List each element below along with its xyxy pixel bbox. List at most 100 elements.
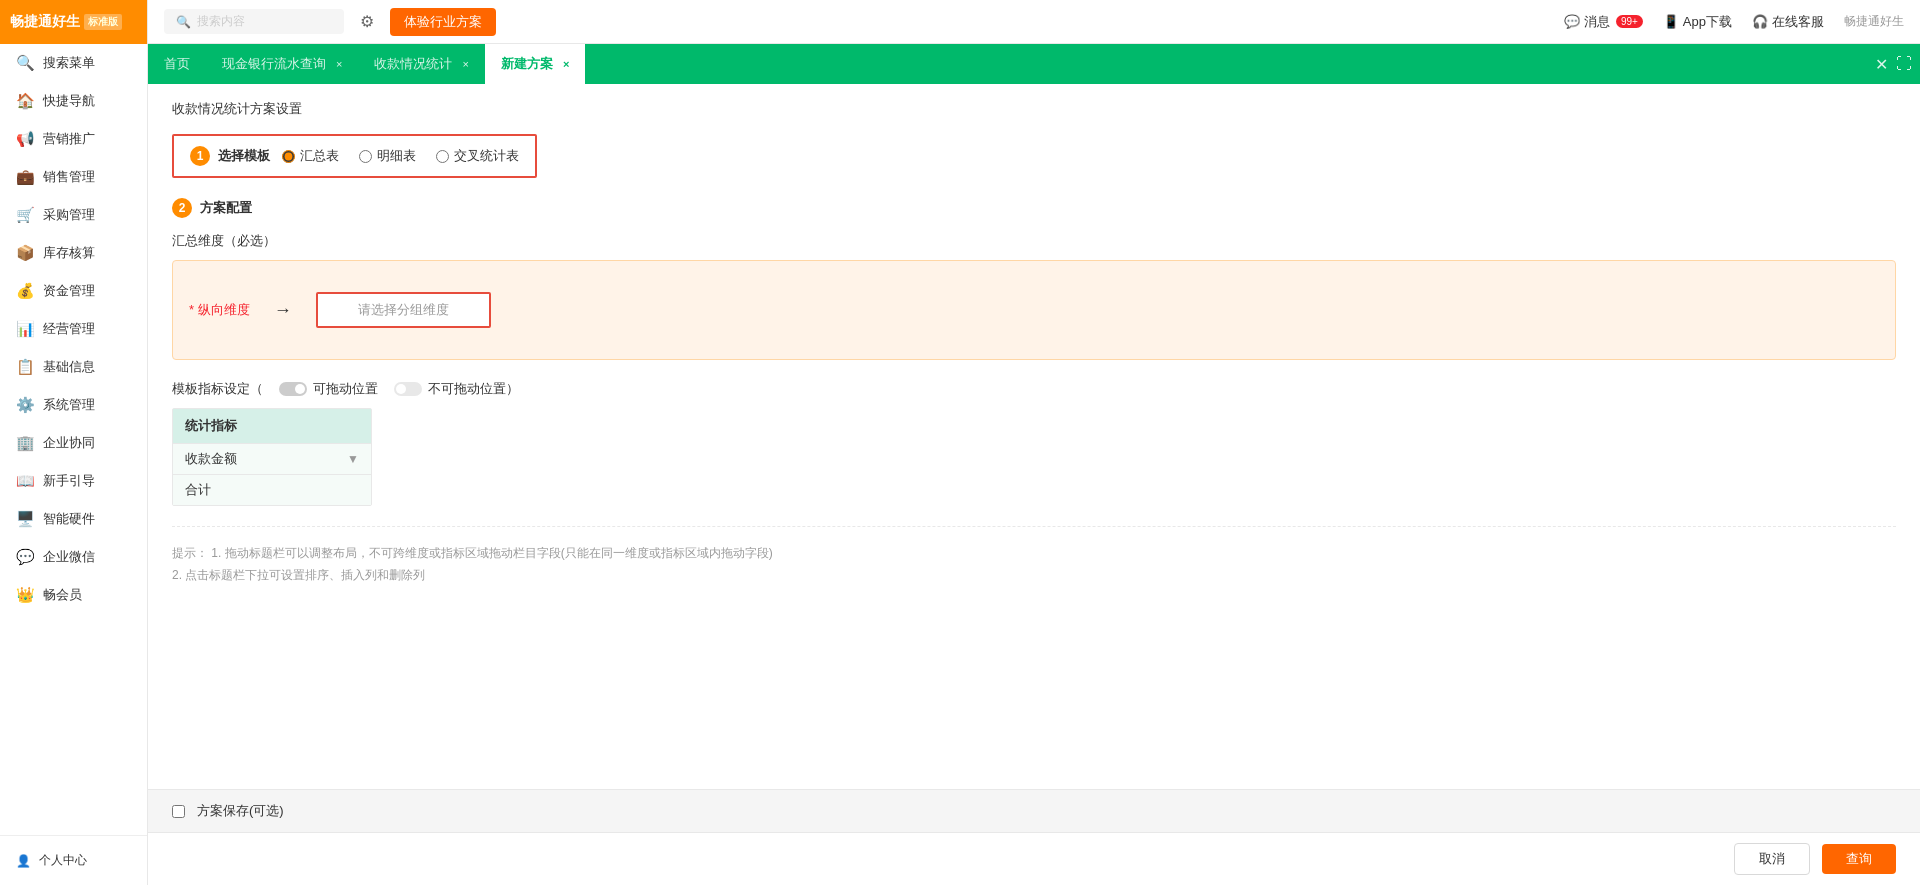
- tips-section: 提示： 1. 拖动标题栏可以调整布局，不可跨维度或指标区域拖动栏目字段(只能在同…: [172, 526, 1896, 586]
- sidebar-item-资金管理[interactable]: 💰资金管理: [0, 272, 147, 310]
- sidebar-item-label: 搜索菜单: [43, 54, 95, 72]
- sidebar-item-销售管理[interactable]: 💼销售管理: [0, 158, 147, 196]
- breadcrumb: 收款情况统计方案设置: [172, 100, 1896, 118]
- tab-新建方案[interactable]: 新建方案×: [485, 44, 585, 84]
- radio-summary-input[interactable]: [282, 150, 295, 163]
- sidebar-item-企业协同[interactable]: 🏢企业协同: [0, 424, 147, 462]
- stats-table: 统计指标 收款金额 ▼ 合计: [172, 408, 372, 506]
- sidebar-item-畅会员[interactable]: 👑畅会员: [0, 576, 147, 614]
- action-bar: 取消 查询: [148, 832, 1920, 885]
- tab-label: 首页: [164, 55, 190, 73]
- tab-收款情况统计[interactable]: 收款情况统计 ×: [358, 44, 484, 84]
- tab-现金银行流水查询[interactable]: 现金银行流水查询 ×: [206, 44, 358, 84]
- dimension-area: * 纵向维度 → 请选择分组维度: [172, 260, 1896, 360]
- sidebar-item-经营管理[interactable]: 📊 经营管理: [0, 310, 147, 348]
- tabbar: 首页现金银行流水查询×收款情况统计×新建方案× ✕ ⛶: [148, 44, 1920, 84]
- maximize-icon[interactable]: ⛶: [1896, 55, 1912, 73]
- vertical-dim-label: * 纵向维度: [189, 301, 250, 319]
- sidebar-icon: 📊: [16, 320, 35, 338]
- close-window-icon[interactable]: ✕: [1875, 55, 1888, 74]
- content-area: 收款情况统计方案设置 1 选择模板 汇总表: [148, 84, 1920, 832]
- save-checkbox[interactable]: [172, 805, 185, 818]
- stats-amount-label: 收款金额: [185, 450, 347, 468]
- dim-arrow: →: [274, 300, 292, 321]
- radio-detail[interactable]: 明细表: [359, 147, 416, 165]
- gear-icon[interactable]: ⚙: [360, 12, 374, 31]
- avatar-icon: 👤: [16, 854, 31, 868]
- sidebar-item-库存核算[interactable]: 📦库存核算: [0, 234, 147, 272]
- trial-button[interactable]: 体验行业方案: [390, 8, 496, 36]
- tabbar-right: ✕ ⛶: [1875, 55, 1920, 74]
- tab-close-icon[interactable]: ×: [336, 58, 342, 70]
- template-radio-group: 汇总表 明细表 交叉统计表: [282, 147, 519, 165]
- sidebar-icon: 📋: [16, 358, 35, 376]
- radio-cross-input[interactable]: [436, 150, 449, 163]
- tab-首页[interactable]: 首页: [148, 44, 206, 84]
- service-icon: 🎧: [1752, 14, 1768, 29]
- radio-detail-input[interactable]: [359, 150, 372, 163]
- stats-amount-dropdown[interactable]: ▼: [347, 452, 359, 466]
- sidebar-item-新手引导[interactable]: 📖 新手引导: [0, 462, 147, 500]
- section2-title: 方案配置: [200, 199, 252, 217]
- sidebar-logo: 畅捷通好生 标准版: [0, 0, 147, 44]
- sidebar-icon: 🛒: [16, 206, 35, 224]
- section2-number: 2: [172, 198, 192, 218]
- draggable-label: 可拖动位置: [313, 380, 378, 398]
- tab-close-icon[interactable]: ×: [563, 58, 569, 70]
- service-label: 在线客服: [1772, 13, 1824, 31]
- tab-label: 收款情况统计: [374, 55, 452, 73]
- sidebar-item-系统管理[interactable]: ⚙️系统管理: [0, 386, 147, 424]
- sidebar-icon: 🖥️: [16, 510, 35, 528]
- dim-selector[interactable]: 请选择分组维度: [316, 292, 491, 328]
- query-button[interactable]: 查询: [1822, 844, 1896, 874]
- sidebar-icon: 🔍: [16, 54, 35, 72]
- sidebar-item-label: 智能硬件: [43, 510, 95, 528]
- sidebar-icon: 🏠: [16, 92, 35, 110]
- sidebar-item-label: 基础信息: [43, 358, 95, 376]
- download-item[interactable]: 📱 App下载: [1663, 13, 1732, 31]
- radio-cross[interactable]: 交叉统计表: [436, 147, 519, 165]
- sidebar-item-label: 库存核算: [43, 244, 95, 262]
- topbar: 🔍 搜索内容 ⚙ 体验行业方案 💬 消息 99+ 📱 App下载 🎧 在线客服 …: [148, 0, 1920, 44]
- section1-number: 1: [190, 146, 210, 166]
- sidebar-item-智能硬件[interactable]: 🖥️ 智能硬件: [0, 500, 147, 538]
- sidebar-item-label: 经营管理: [43, 320, 95, 338]
- dimension-label: 汇总维度（必选）: [172, 232, 1896, 250]
- drag-indicator-on[interactable]: [279, 382, 307, 396]
- sidebar-bottom-avatar[interactable]: 👤 个人中心: [0, 844, 147, 877]
- draggable-hint: 可拖动位置: [279, 380, 378, 398]
- topbar-search[interactable]: 🔍 搜索内容: [164, 9, 344, 34]
- sidebar-item-label: 畅会员: [43, 586, 82, 604]
- message-item[interactable]: 💬 消息 99+: [1564, 13, 1643, 31]
- radio-detail-label: 明细表: [377, 147, 416, 165]
- sidebar-item-搜索菜单[interactable]: 🔍 搜索菜单: [0, 44, 147, 82]
- tab-close-icon[interactable]: ×: [462, 58, 468, 70]
- cancel-button[interactable]: 取消: [1734, 843, 1810, 875]
- page-content: 收款情况统计方案设置 1 选择模板 汇总表: [148, 84, 1920, 789]
- drag-knob: [295, 384, 305, 394]
- template-selector: 1 选择模板 汇总表 明细表: [172, 134, 537, 178]
- message-icon: 💬: [1564, 14, 1580, 29]
- download-label: App下载: [1683, 13, 1732, 31]
- message-badge: 99+: [1616, 15, 1643, 28]
- sidebar-item-采购管理[interactable]: 🛒采购管理: [0, 196, 147, 234]
- drag-knob-off: [396, 384, 406, 394]
- sidebar-item-基础信息[interactable]: 📋 基础信息: [0, 348, 147, 386]
- tip-2: 2. 点击标题栏下拉可设置排序、插入列和删除列: [172, 565, 1896, 587]
- logo-text: 畅捷通好生: [10, 13, 80, 31]
- sidebar-icon: 💬: [16, 548, 35, 566]
- non-draggable-label: 不可拖动位置）: [428, 380, 519, 398]
- sidebar-item-营销推广[interactable]: 📢营销推广: [0, 120, 147, 158]
- service-item[interactable]: 🎧 在线客服: [1752, 13, 1824, 31]
- sidebar-item-企业微信[interactable]: 💬企业微信: [0, 538, 147, 576]
- sidebar-item-快捷导航[interactable]: 🏠快捷导航: [0, 82, 147, 120]
- stats-row-total: 合计: [173, 474, 371, 505]
- sidebar-item-label: 资金管理: [43, 282, 95, 300]
- download-icon: 📱: [1663, 14, 1679, 29]
- radio-summary[interactable]: 汇总表: [282, 147, 339, 165]
- metrics-label: 模板指标设定（: [172, 380, 263, 398]
- sidebar-icon: 📖: [16, 472, 35, 490]
- sidebar-item-label: 新手引导: [43, 472, 95, 490]
- save-label: 方案保存(可选): [197, 802, 284, 820]
- tab-label: 现金银行流水查询: [222, 55, 326, 73]
